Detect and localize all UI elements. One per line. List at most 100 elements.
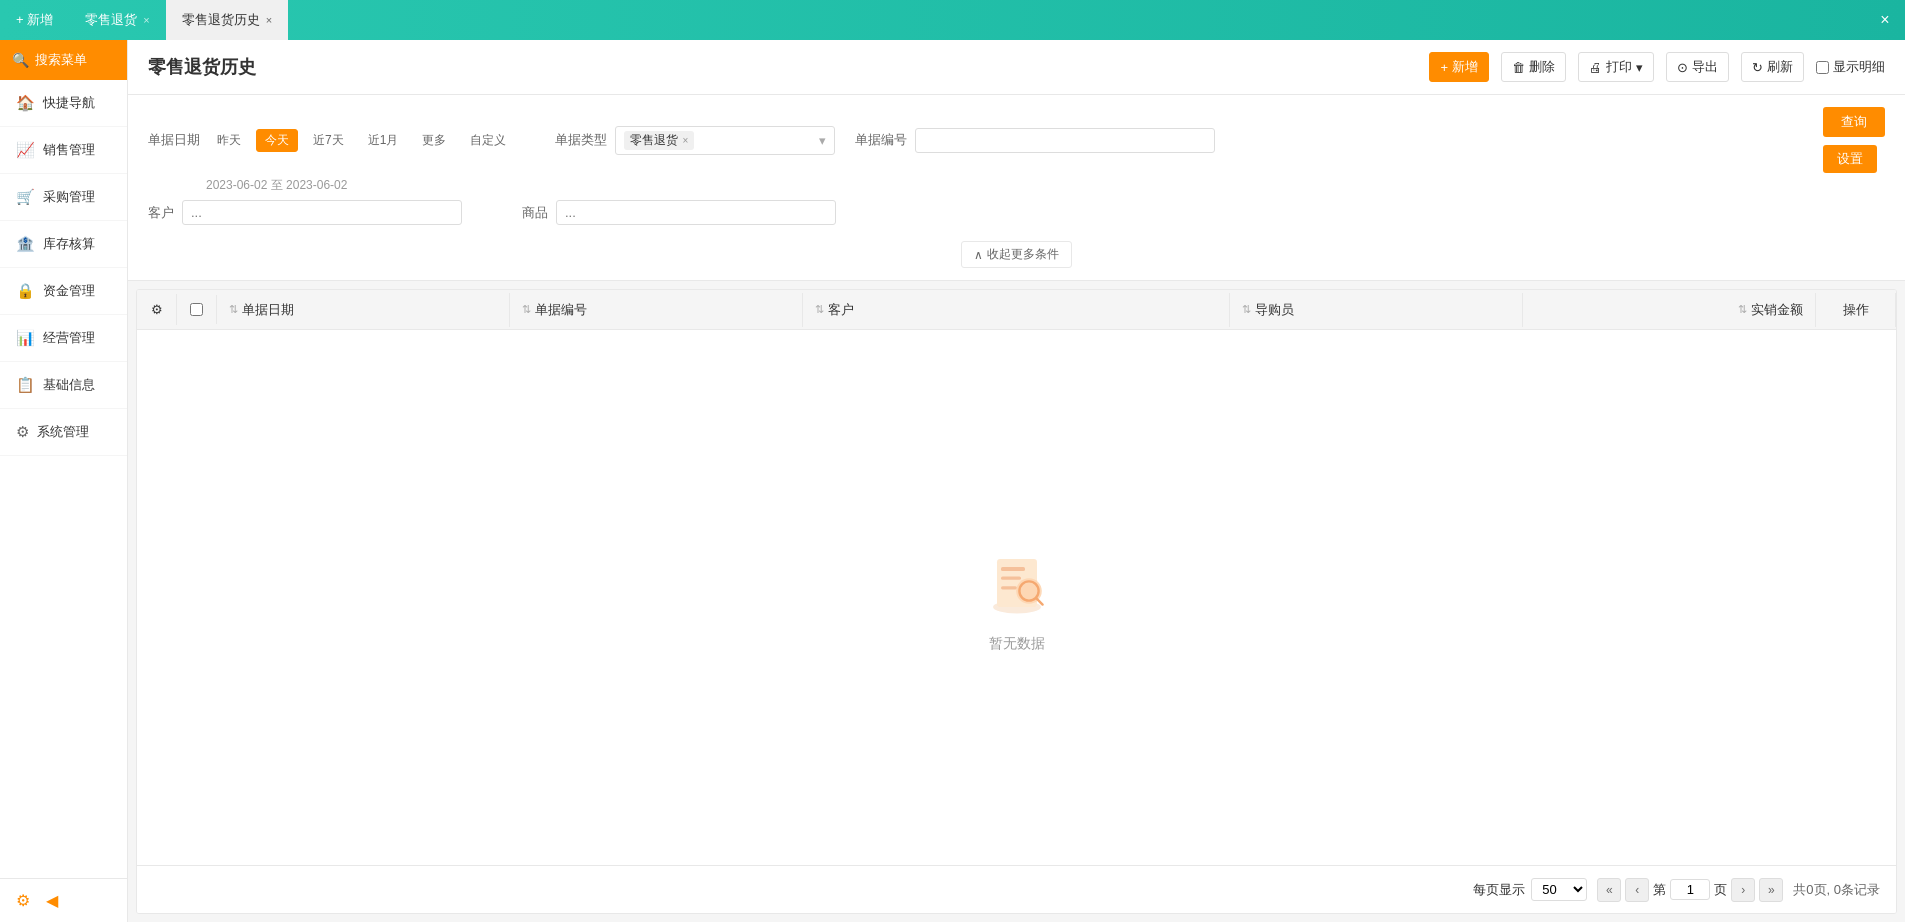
tab-retail-return-close[interactable]: × (143, 14, 149, 26)
date-btn-1month[interactable]: 近1月 (359, 129, 408, 152)
sidebar-nav: 🏠 快捷导航 📈 销售管理 🛒 采购管理 🏦 库存核算 🔒 资金管理 📊 (0, 80, 127, 878)
tab-retail-return-history[interactable]: 零售退货历史 × (166, 0, 288, 40)
svg-rect-3 (1001, 576, 1021, 579)
date-btn-7days[interactable]: 近7天 (304, 129, 353, 152)
settings-bottom-icon[interactable]: ⚙ (16, 891, 30, 910)
th-customer-label: 客户 (828, 301, 854, 319)
th-date[interactable]: ⇅ 单据日期 (217, 293, 510, 327)
th-guide[interactable]: ⇅ 导购员 (1230, 293, 1523, 327)
page-label: 第 (1653, 881, 1666, 899)
toolbar: + 新增 🗑 删除 🖨 打印 ▾ ⊙ 导出 ↻ 刷新 (1429, 52, 1885, 82)
tab-home[interactable]: + 新增 (0, 0, 69, 40)
sidebar-item-capital-mgmt-label: 资金管理 (43, 282, 95, 300)
show-detail-checkbox-label[interactable]: 显示明细 (1816, 58, 1885, 76)
date-btn-yesterday[interactable]: 昨天 (208, 129, 250, 152)
th-customer[interactable]: ⇅ 客户 (803, 293, 1230, 327)
page-prev-button[interactable]: ‹ (1625, 878, 1649, 902)
no-filter-input[interactable] (915, 128, 1215, 153)
empty-icon (977, 543, 1057, 623)
sidebar-item-inventory-check[interactable]: 🏦 库存核算 (0, 221, 127, 268)
page-nav: « ‹ 第 页 › » (1597, 878, 1783, 902)
select-all-checkbox[interactable] (190, 303, 203, 316)
th-no-sort-icon: ⇅ (522, 303, 531, 316)
per-page-select[interactable]: 10 20 50 100 (1531, 878, 1587, 901)
table-header: ⚙ ⇅ 单据日期 ⇅ 单据编号 ⇅ 客户 ⇅ (137, 290, 1896, 330)
export-icon: ⊙ (1677, 60, 1688, 75)
window-close-button[interactable]: × (1865, 0, 1905, 40)
sidebar-item-sales-mgmt[interactable]: 📈 销售管理 (0, 127, 127, 174)
topbar: + 新增 零售退货 × 零售退货历史 × × (0, 0, 1905, 40)
collapse-filter-button[interactable]: ∧ 收起更多条件 (961, 241, 1072, 268)
sidebar-item-operations-mgmt[interactable]: 📊 经营管理 (0, 315, 127, 362)
sidebar-item-purchase-mgmt-label: 采购管理 (43, 188, 95, 206)
filter-customer: 客户 (148, 200, 462, 225)
sidebar-item-operations-mgmt-label: 经营管理 (43, 329, 95, 347)
main-layout: 🔍 搜索菜单 🏠 快捷导航 📈 销售管理 🛒 采购管理 🏦 库存核算 🔒 (0, 40, 1905, 922)
customer-filter-select[interactable] (182, 200, 462, 225)
th-settings[interactable]: ⚙ (137, 294, 177, 325)
th-amount[interactable]: ⇅ 实销金额 (1523, 293, 1816, 327)
sidebar-item-basic-info[interactable]: 📋 基础信息 (0, 362, 127, 409)
export-button[interactable]: ⊙ 导出 (1666, 52, 1729, 82)
add-icon: + (1440, 60, 1448, 75)
refresh-button[interactable]: ↻ 刷新 (1741, 52, 1804, 82)
sales-icon: 📈 (16, 141, 35, 159)
type-tag-close[interactable]: × (682, 135, 688, 146)
sidebar-item-purchase-mgmt[interactable]: 🛒 采购管理 (0, 174, 127, 221)
sidebar: 🔍 搜索菜单 🏠 快捷导航 📈 销售管理 🛒 采购管理 🏦 库存核算 🔒 (0, 40, 128, 922)
delete-button[interactable]: 🗑 删除 (1501, 52, 1566, 82)
print-label: 打印 (1606, 58, 1632, 76)
customer-filter-input[interactable] (191, 205, 391, 220)
page-size-select: 每页显示 10 20 50 100 (1473, 878, 1587, 901)
th-guide-label: 导购员 (1255, 301, 1294, 319)
table-settings-icon[interactable]: ⚙ (151, 302, 163, 317)
th-no[interactable]: ⇅ 单据编号 (510, 293, 803, 327)
sidebar-item-inventory-check-label: 库存核算 (43, 235, 95, 253)
sidebar-item-basic-info-label: 基础信息 (43, 376, 95, 394)
sidebar-item-quick-nav[interactable]: 🏠 快捷导航 (0, 80, 127, 127)
th-check[interactable] (177, 295, 217, 324)
collapse-sidebar-icon[interactable]: ◀ (46, 891, 58, 910)
add-button[interactable]: + 新增 (1429, 52, 1489, 82)
capital-icon: 🔒 (16, 282, 35, 300)
filter-row-1: 单据日期 昨天 今天 近7天 近1月 更多 自定义 单据类型 (148, 107, 1885, 173)
filter-goods: 商品 (522, 200, 836, 225)
th-amount-sort-icon: ⇅ (1738, 303, 1747, 316)
tab-retail-return-history-close[interactable]: × (266, 14, 272, 26)
goods-filter-input[interactable] (565, 205, 765, 220)
date-btn-custom[interactable]: 自定义 (461, 129, 515, 152)
purchase-icon: 🛒 (16, 188, 35, 206)
table-area: ⚙ ⇅ 单据日期 ⇅ 单据编号 ⇅ 客户 ⇅ (136, 289, 1897, 914)
empty-state: 暂无数据 (977, 543, 1057, 653)
type-filter-select[interactable]: 零售退货 × ▾ (615, 126, 835, 155)
date-filter-label: 单据日期 (148, 131, 200, 149)
filter-row-2: 客户 商品 (148, 200, 1885, 225)
search-icon: 🔍 (12, 52, 29, 68)
show-detail-checkbox[interactable] (1816, 61, 1829, 74)
page-total: 共0页, 0条记录 (1793, 881, 1880, 899)
page-first-button[interactable]: « (1597, 878, 1621, 902)
sidebar-item-capital-mgmt[interactable]: 🔒 资金管理 (0, 268, 127, 315)
settings-button[interactable]: 设置 (1823, 145, 1877, 173)
page-input[interactable] (1670, 879, 1710, 900)
page-last-button[interactable]: » (1759, 878, 1783, 902)
th-operation-label: 操作 (1843, 301, 1869, 319)
filter-date: 单据日期 昨天 今天 近7天 近1月 更多 自定义 (148, 129, 515, 152)
date-btn-today[interactable]: 今天 (256, 129, 298, 152)
empty-text: 暂无数据 (989, 635, 1045, 653)
collapse-icon: ∧ (974, 248, 983, 262)
refresh-icon: ↻ (1752, 60, 1763, 75)
print-button[interactable]: 🖨 打印 ▾ (1578, 52, 1654, 82)
sidebar-item-sales-mgmt-label: 销售管理 (43, 141, 95, 159)
filter-no: 单据编号 (855, 128, 1803, 153)
query-button[interactable]: 查询 (1823, 107, 1885, 137)
svg-rect-2 (1001, 567, 1025, 571)
goods-filter-select[interactable] (556, 200, 836, 225)
tab-retail-return[interactable]: 零售退货 × (69, 0, 165, 40)
page-next-button[interactable]: › (1731, 878, 1755, 902)
sidebar-item-system-mgmt[interactable]: ⚙ 系统管理 (0, 409, 127, 456)
search-menu-button[interactable]: 🔍 搜索菜单 (0, 40, 127, 80)
operations-icon: 📊 (16, 329, 35, 347)
refresh-label: 刷新 (1767, 58, 1793, 76)
date-btn-more[interactable]: 更多 (413, 129, 455, 152)
